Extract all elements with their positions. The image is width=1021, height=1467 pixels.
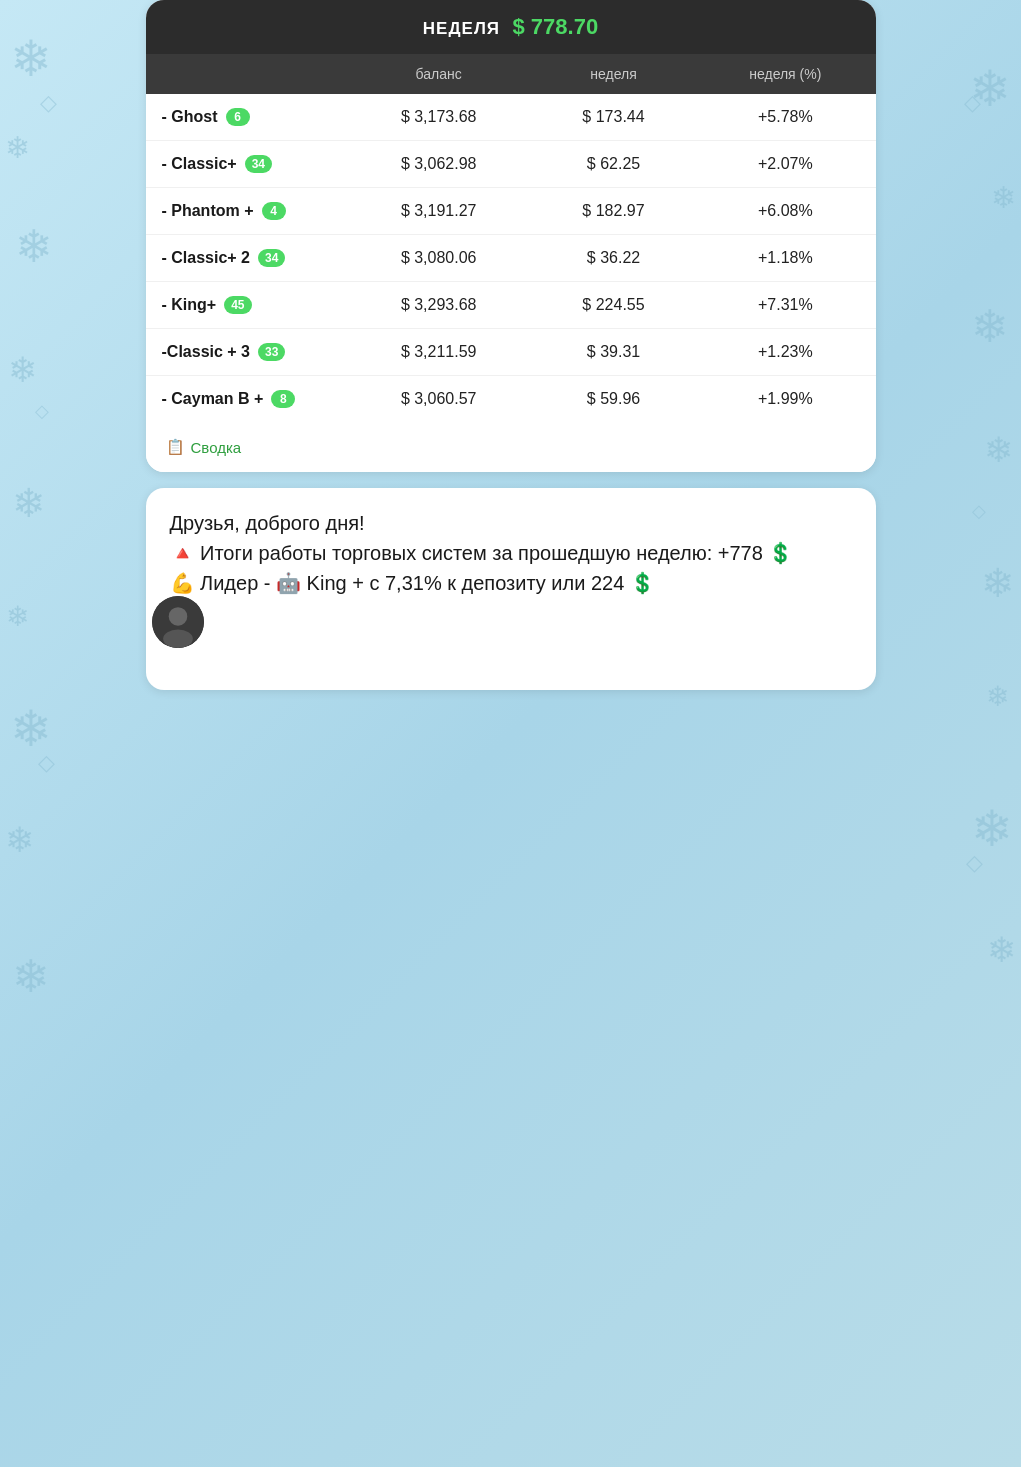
row-week-pct: +1.23%	[695, 329, 875, 376]
row-label: - King+ 45	[162, 296, 330, 314]
snowflake-icon: ❄	[5, 820, 34, 860]
row-balance: $ 3,060.57	[346, 376, 532, 423]
table-body: - Ghost 6$ 3,173.68$ 173.44+5.78%- Class…	[146, 94, 876, 422]
table-row: - Cayman B + 8 $ 3,060.57$ 59.96+1.99%	[146, 376, 876, 423]
row-balance: $ 3,173.68	[346, 94, 532, 141]
data-table: баланс неделя неделя (%) - Ghost 6 $ 3,17…	[146, 54, 876, 422]
row-badge: 8	[271, 390, 295, 408]
message-card: Друзья, доброго дня! 🔺 Итоги работы торг…	[146, 488, 876, 690]
row-badge: 34	[245, 155, 272, 173]
row-name-cell: - Ghost 6	[146, 94, 346, 141]
svg-point-2	[163, 629, 193, 648]
row-badge: 45	[224, 296, 251, 314]
row-week-pct: +5.78%	[695, 94, 875, 141]
row-badge: 6	[226, 108, 250, 126]
row-balance: $ 3,293.68	[346, 282, 532, 329]
svodka-icon: 📋	[166, 438, 185, 456]
row-week-pct: +1.99%	[695, 376, 875, 423]
table-row: - Ghost 6 $ 3,173.68$ 173.44+5.78%	[146, 94, 876, 141]
row-label: -Classic + 3 33	[162, 343, 330, 361]
row-label: - Phantom + 4	[162, 202, 330, 220]
table-row: - King+ 45 $ 3,293.68$ 224.55+7.31%	[146, 282, 876, 329]
snowflake-icon: ❄	[987, 930, 1016, 970]
svg-point-1	[168, 607, 187, 626]
col-week: неделя	[532, 54, 695, 94]
row-name-cell: - Classic+ 34	[146, 141, 346, 188]
row-balance: $ 3,191.27	[346, 188, 532, 235]
main-content: НЕДЕЛЯ $ 778.70 баланс неделя неделя (%)…	[0, 0, 1021, 720]
avatar-image	[152, 596, 204, 648]
row-week: $ 182.97	[532, 188, 695, 235]
row-name-cell: - Classic+ 2 34	[146, 235, 346, 282]
row-label: - Cayman B + 8	[162, 390, 330, 408]
diamond-icon: ◇	[38, 750, 55, 776]
avatar	[150, 594, 206, 650]
row-week: $ 173.44	[532, 94, 695, 141]
row-badge: 33	[258, 343, 285, 361]
row-name-cell: - King+ 45	[146, 282, 346, 329]
col-name	[146, 54, 346, 94]
table-row: - Classic+ 34 $ 3,062.98$ 62.25+2.07%	[146, 141, 876, 188]
row-badge: 4	[262, 202, 286, 220]
row-week: $ 59.96	[532, 376, 695, 423]
row-balance: $ 3,062.98	[346, 141, 532, 188]
row-label: - Classic+ 2 34	[162, 249, 330, 267]
diamond-icon: ◇	[966, 850, 983, 876]
page-wrapper: ❄ ❄ ❄ ❄ ❄ ❄ ❄ ❄ ❄ ❄ ❄ ❄ ❄ ❄ ❄ ❄ ❄ ◇ ◇ ◇ …	[0, 0, 1021, 1467]
message-text: Друзья, доброго дня! 🔺 Итоги работы торг…	[170, 508, 852, 598]
row-badge: 34	[258, 249, 285, 267]
week-amount: $ 778.70	[513, 14, 599, 39]
row-week: $ 62.25	[532, 141, 695, 188]
row-week: $ 224.55	[532, 282, 695, 329]
row-week-pct: +6.08%	[695, 188, 875, 235]
table-header: НЕДЕЛЯ $ 778.70	[146, 0, 876, 54]
row-name-cell: -Classic + 3 33	[146, 329, 346, 376]
table-card: НЕДЕЛЯ $ 778.70 баланс неделя неделя (%)…	[146, 0, 876, 472]
snowflake-icon: ❄	[971, 800, 1013, 858]
row-balance: $ 3,080.06	[346, 235, 532, 282]
svodka-label: Сводка	[191, 439, 242, 456]
row-week-pct: +7.31%	[695, 282, 875, 329]
row-name-cell: - Cayman B + 8	[146, 376, 346, 423]
week-label: НЕДЕЛЯ	[423, 19, 500, 38]
header-row: баланс неделя неделя (%)	[146, 54, 876, 94]
table-row: - Phantom + 4 $ 3,191.27$ 182.97+6.08%	[146, 188, 876, 235]
svodka-link[interactable]: 📋 Сводка	[166, 438, 856, 456]
row-balance: $ 3,211.59	[346, 329, 532, 376]
row-week-pct: +2.07%	[695, 141, 875, 188]
row-week-pct: +1.18%	[695, 235, 875, 282]
row-label: - Classic+ 34	[162, 155, 330, 173]
svodka-section: 📋 Сводка	[146, 422, 876, 472]
row-week: $ 36.22	[532, 235, 695, 282]
avatar-container	[150, 594, 832, 650]
snowflake-icon: ❄	[12, 950, 50, 1003]
table-row: -Classic + 3 33 $ 3,211.59$ 39.31+1.23%	[146, 329, 876, 376]
col-balance: баланс	[346, 54, 532, 94]
table-row: - Classic+ 2 34 $ 3,080.06$ 36.22+1.18%	[146, 235, 876, 282]
row-label: - Ghost 6	[162, 108, 330, 126]
row-name-cell: - Phantom + 4	[146, 188, 346, 235]
col-week-pct: неделя (%)	[695, 54, 875, 94]
row-week: $ 39.31	[532, 329, 695, 376]
table-head: баланс неделя неделя (%)	[146, 54, 876, 94]
